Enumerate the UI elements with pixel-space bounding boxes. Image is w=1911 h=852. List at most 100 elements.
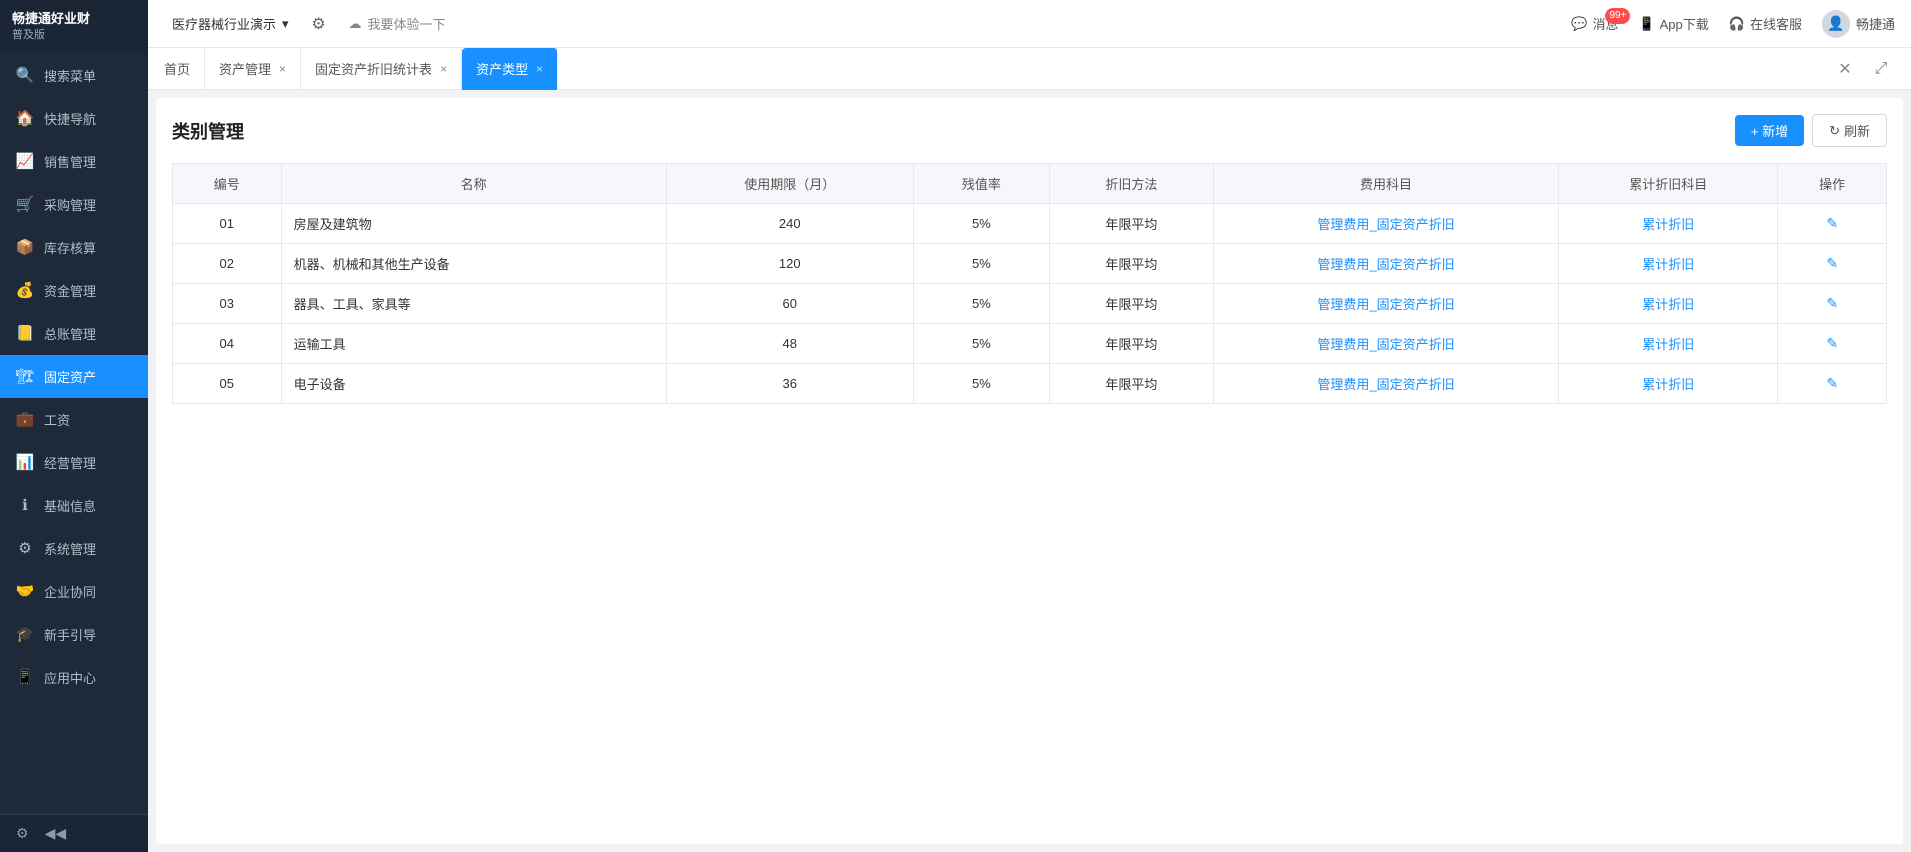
row-name: 房屋及建筑物 — [281, 204, 666, 244]
sidebar-item-purchase[interactable]: 🛒 采购管理 — [0, 183, 148, 226]
trial-btn[interactable]: ☁ 我要体验一下 — [341, 10, 454, 37]
sidebar-item-label-ledger: 总账管理 — [44, 324, 96, 343]
row-id: 01 — [173, 204, 282, 244]
edit-btn[interactable]: ✎ — [1826, 255, 1838, 271]
sidebar-item-inventory[interactable]: 📦 库存核算 — [0, 226, 148, 269]
row-period: 120 — [666, 244, 913, 284]
sidebar-item-label-sales: 销售管理 — [44, 152, 96, 171]
sidebar-item-search[interactable]: 🔍 搜索菜单 — [0, 54, 148, 97]
sales-icon: 📈 — [16, 152, 34, 170]
service-icon: 🎧 — [1729, 16, 1745, 32]
table-row: 03 器具、工具、家具等 60 5% 年限平均 管理费用_固定资产折旧 累计折旧… — [173, 284, 1887, 324]
row-period: 48 — [666, 324, 913, 364]
row-residual: 5% — [913, 364, 1049, 404]
basic_info-icon: ℹ — [16, 496, 34, 514]
tab-close-asset_type[interactable]: × — [536, 62, 543, 76]
message-action[interactable]: 💬 消息 99+ — [1571, 14, 1618, 33]
row-accumulated-account: 累计折旧 — [1559, 364, 1778, 404]
row-residual: 5% — [913, 324, 1049, 364]
sidebar-item-fixed_assets[interactable]: 🏗 固定资产 — [0, 355, 148, 398]
table-row: 01 房屋及建筑物 240 5% 年限平均 管理费用_固定资产折旧 累计折旧 ✎ — [173, 204, 1887, 244]
sidebar-nav: 🔍 搜索菜单 🏠 快捷导航 📈 销售管理 🛒 采购管理 📦 库存核算 💰 资金管… — [0, 54, 148, 814]
app_center-icon: 📱 — [16, 668, 34, 686]
enterprise-icon: 🤝 — [16, 582, 34, 600]
col-header: 编号 — [173, 164, 282, 204]
edit-btn[interactable]: ✎ — [1826, 335, 1838, 351]
user-info[interactable]: 👤 畅捷通 — [1822, 10, 1895, 38]
app-download-label: App下载 — [1660, 14, 1709, 33]
sidebar-item-label-guide: 新手引导 — [44, 625, 96, 644]
tab-home[interactable]: 首页 — [164, 48, 205, 90]
row-action[interactable]: ✎ — [1778, 364, 1887, 404]
table-row: 05 电子设备 36 5% 年限平均 管理费用_固定资产折旧 累计折旧 ✎ — [173, 364, 1887, 404]
edit-btn[interactable]: ✎ — [1826, 295, 1838, 311]
sidebar-collapse-btn[interactable]: ◀◀ — [45, 825, 67, 842]
sidebar-settings-btn[interactable]: ⚙ — [16, 825, 29, 842]
table-body: 01 房屋及建筑物 240 5% 年限平均 管理费用_固定资产折旧 累计折旧 ✎… — [173, 204, 1887, 404]
page-content: 类别管理 + 新增 ↻ 刷新 编号名称使用期限（月）残值率折旧方法费用科目累计折… — [156, 98, 1903, 844]
topbar-settings-btn[interactable]: ⚙ — [305, 10, 333, 38]
edit-btn[interactable]: ✎ — [1826, 375, 1838, 391]
sidebar-item-guide[interactable]: 🎓 新手引导 — [0, 613, 148, 656]
company-selector[interactable]: 医疗器械行业演示 ▾ — [164, 10, 297, 37]
sidebar-item-payroll[interactable]: 💼 工资 — [0, 398, 148, 441]
app-version: 普及版 — [12, 28, 136, 43]
col-header: 费用科目 — [1213, 164, 1558, 204]
tab-label-home: 首页 — [164, 59, 190, 78]
tab-close-window-btn[interactable]: ✕ — [1831, 55, 1859, 83]
sidebar-item-business_mgmt[interactable]: 📊 经营管理 — [0, 441, 148, 484]
tab-close-asset_mgmt[interactable]: × — [279, 62, 286, 76]
row-action[interactable]: ✎ — [1778, 244, 1887, 284]
chevron-down-icon: ▾ — [282, 16, 289, 32]
table-row: 02 机器、机械和其他生产设备 120 5% 年限平均 管理费用_固定资产折旧 … — [173, 244, 1887, 284]
gear-icon: ⚙ — [311, 14, 325, 34]
row-method: 年限平均 — [1049, 364, 1213, 404]
row-accumulated-account: 累计折旧 — [1559, 244, 1778, 284]
col-header: 名称 — [281, 164, 666, 204]
page-header: 类别管理 + 新增 ↻ 刷新 — [172, 114, 1887, 147]
sidebar-item-label-fixed_assets: 固定资产 — [44, 367, 96, 386]
tabs-bar: 首页资产管理×固定资产折旧统计表× 资产类型 × ✕ ⤢ — [148, 48, 1911, 90]
row-residual: 5% — [913, 204, 1049, 244]
sidebar-item-system[interactable]: ⚙ 系统管理 — [0, 527, 148, 570]
row-action[interactable]: ✎ — [1778, 324, 1887, 364]
sidebar-item-label-business_mgmt: 经营管理 — [44, 453, 96, 472]
tab-depreciation_table[interactable]: 固定资产折旧统计表× — [301, 48, 462, 90]
tab-asset_mgmt[interactable]: 资产管理× — [205, 48, 301, 90]
system-icon: ⚙ — [16, 539, 34, 557]
payroll-icon: 💼 — [16, 410, 34, 428]
topbar-right: 💬 消息 99+ 📱 App下载 🎧 在线客服 👤 畅捷通 — [1571, 10, 1895, 38]
sidebar-item-label-system: 系统管理 — [44, 539, 96, 558]
tab-asset_type[interactable]: 资产类型 × — [462, 48, 558, 90]
edit-btn[interactable]: ✎ — [1826, 215, 1838, 231]
tab-label-asset_type: 资产类型 — [476, 59, 528, 78]
row-action[interactable]: ✎ — [1778, 284, 1887, 324]
sidebar: 畅捷通好业财 普及版 🔍 搜索菜单 🏠 快捷导航 📈 销售管理 🛒 采购管理 📦… — [0, 0, 148, 852]
app-logo: 畅捷通好业财 普及版 — [0, 0, 148, 54]
sidebar-item-enterprise[interactable]: 🤝 企业协同 — [0, 570, 148, 613]
row-expense-account: 管理费用_固定资产折旧 — [1213, 244, 1558, 284]
sidebar-item-label-inventory: 库存核算 — [44, 238, 96, 257]
username: 畅捷通 — [1856, 14, 1895, 33]
online-service-action[interactable]: 🎧 在线客服 — [1729, 14, 1802, 33]
row-residual: 5% — [913, 244, 1049, 284]
sidebar-item-app_center[interactable]: 📱 应用中心 — [0, 656, 148, 699]
sidebar-item-label-payroll: 工资 — [44, 410, 70, 429]
sidebar-item-ledger[interactable]: 📒 总账管理 — [0, 312, 148, 355]
new-button[interactable]: + 新增 — [1735, 115, 1804, 146]
row-action[interactable]: ✎ — [1778, 204, 1887, 244]
sidebar-item-capital[interactable]: 💰 资金管理 — [0, 269, 148, 312]
sidebar-item-quick_nav[interactable]: 🏠 快捷导航 — [0, 97, 148, 140]
tab-fullscreen-btn[interactable]: ⤢ — [1867, 55, 1895, 83]
sidebar-item-label-quick_nav: 快捷导航 — [44, 109, 96, 128]
row-expense-account: 管理费用_固定资产折旧 — [1213, 284, 1558, 324]
refresh-button[interactable]: ↻ 刷新 — [1812, 114, 1887, 147]
app-download-action[interactable]: 📱 App下载 — [1638, 14, 1708, 33]
business_mgmt-icon: 📊 — [16, 453, 34, 471]
sidebar-item-sales[interactable]: 📈 销售管理 — [0, 140, 148, 183]
sidebar-item-basic_info[interactable]: ℹ 基础信息 — [0, 484, 148, 527]
row-period: 240 — [666, 204, 913, 244]
topbar: 医疗器械行业演示 ▾ ⚙ ☁ 我要体验一下 💬 消息 99+ 📱 App下载 — [148, 0, 1911, 48]
row-name: 器具、工具、家具等 — [281, 284, 666, 324]
tab-close-depreciation_table[interactable]: × — [440, 62, 447, 76]
